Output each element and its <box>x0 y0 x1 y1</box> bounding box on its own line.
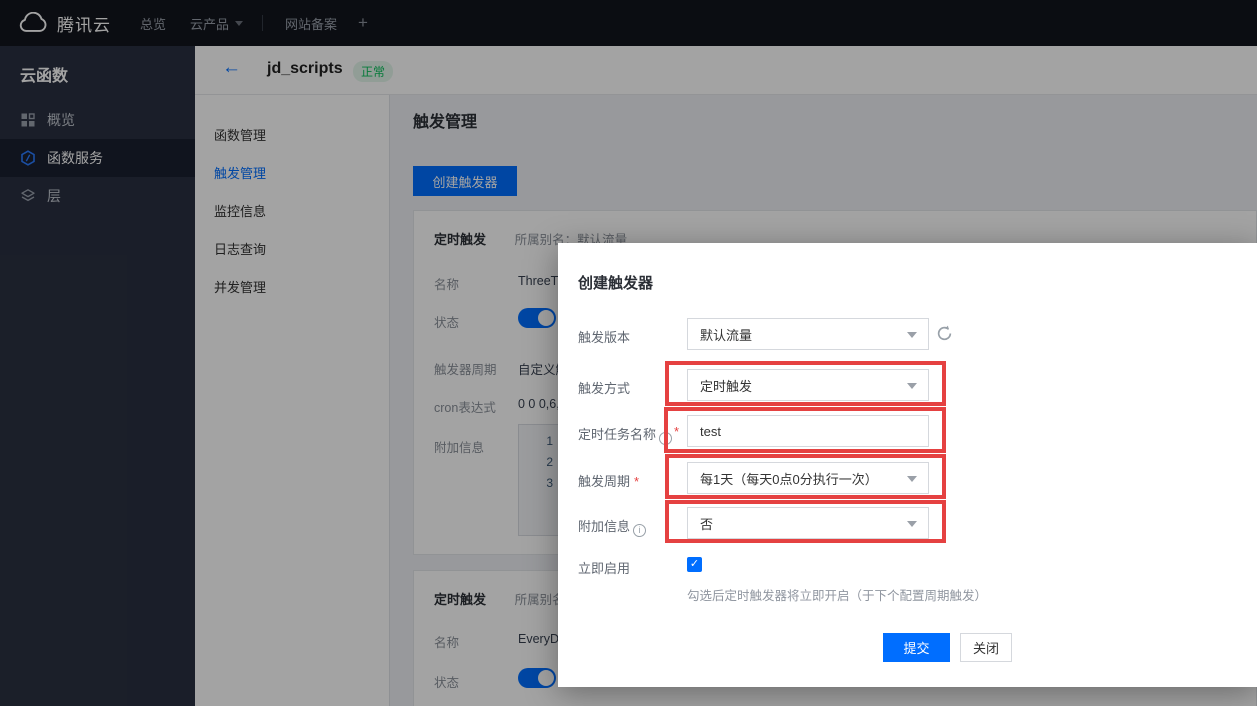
info-icon[interactable]: i <box>659 432 672 445</box>
label-trigger-version: 触发版本 <box>578 327 630 346</box>
check-icon: ✓ <box>690 558 699 570</box>
trigger-version-value: 默认流量 <box>700 325 752 344</box>
required-asterisk: * <box>634 474 639 489</box>
chevron-down-icon <box>907 332 917 338</box>
submit-button[interactable]: 提交 <box>883 633 950 662</box>
label-enable-now: 立即启用 <box>578 558 630 577</box>
close-button[interactable]: 关闭 <box>960 633 1012 662</box>
trigger-cycle-select[interactable]: 每1天（每天0点0分执行一次） <box>687 462 929 494</box>
info-icon[interactable]: i <box>633 524 646 537</box>
label-task-name-text: 定时任务名称 <box>578 427 656 442</box>
enable-note: 勾选后定时触发器将立即开启（于下个配置周期触发） <box>687 585 987 604</box>
task-name-input[interactable] <box>687 415 929 447</box>
task-name-input-field[interactable] <box>700 424 902 439</box>
trigger-cycle-value: 每1天（每天0点0分执行一次） <box>700 469 878 488</box>
chevron-down-icon <box>907 476 917 482</box>
trigger-method-select[interactable]: 定时触发 <box>687 369 929 401</box>
refresh-icon[interactable] <box>936 325 953 342</box>
trigger-method-value: 定时触发 <box>700 376 752 395</box>
label-trigger-method: 触发方式 <box>578 378 630 397</box>
extra-info-value: 否 <box>700 514 713 533</box>
chevron-down-icon <box>907 383 917 389</box>
label-extra-info-text: 附加信息 <box>578 519 630 534</box>
modal-title: 创建触发器 <box>578 272 653 293</box>
required-asterisk: * <box>674 424 679 439</box>
chevron-down-icon <box>907 521 917 527</box>
label-trigger-cycle: 触发周期 * <box>578 471 639 490</box>
screen: 腾讯云 总览 云产品 网站备案 + 云函数 概览 函数服务 <box>0 0 1257 706</box>
enable-checkbox[interactable]: ✓ <box>687 557 702 572</box>
label-extra-info: 附加信息i <box>578 516 646 537</box>
extra-info-select[interactable]: 否 <box>687 507 929 539</box>
trigger-version-select[interactable]: 默认流量 <box>687 318 929 350</box>
create-trigger-modal: 创建触发器 触发版本 默认流量 触发方式 定时触发 定时任务名称i * 触发周期… <box>558 243 1257 687</box>
label-task-name: 定时任务名称i <box>578 424 672 445</box>
label-trigger-cycle-text: 触发周期 <box>578 474 630 489</box>
